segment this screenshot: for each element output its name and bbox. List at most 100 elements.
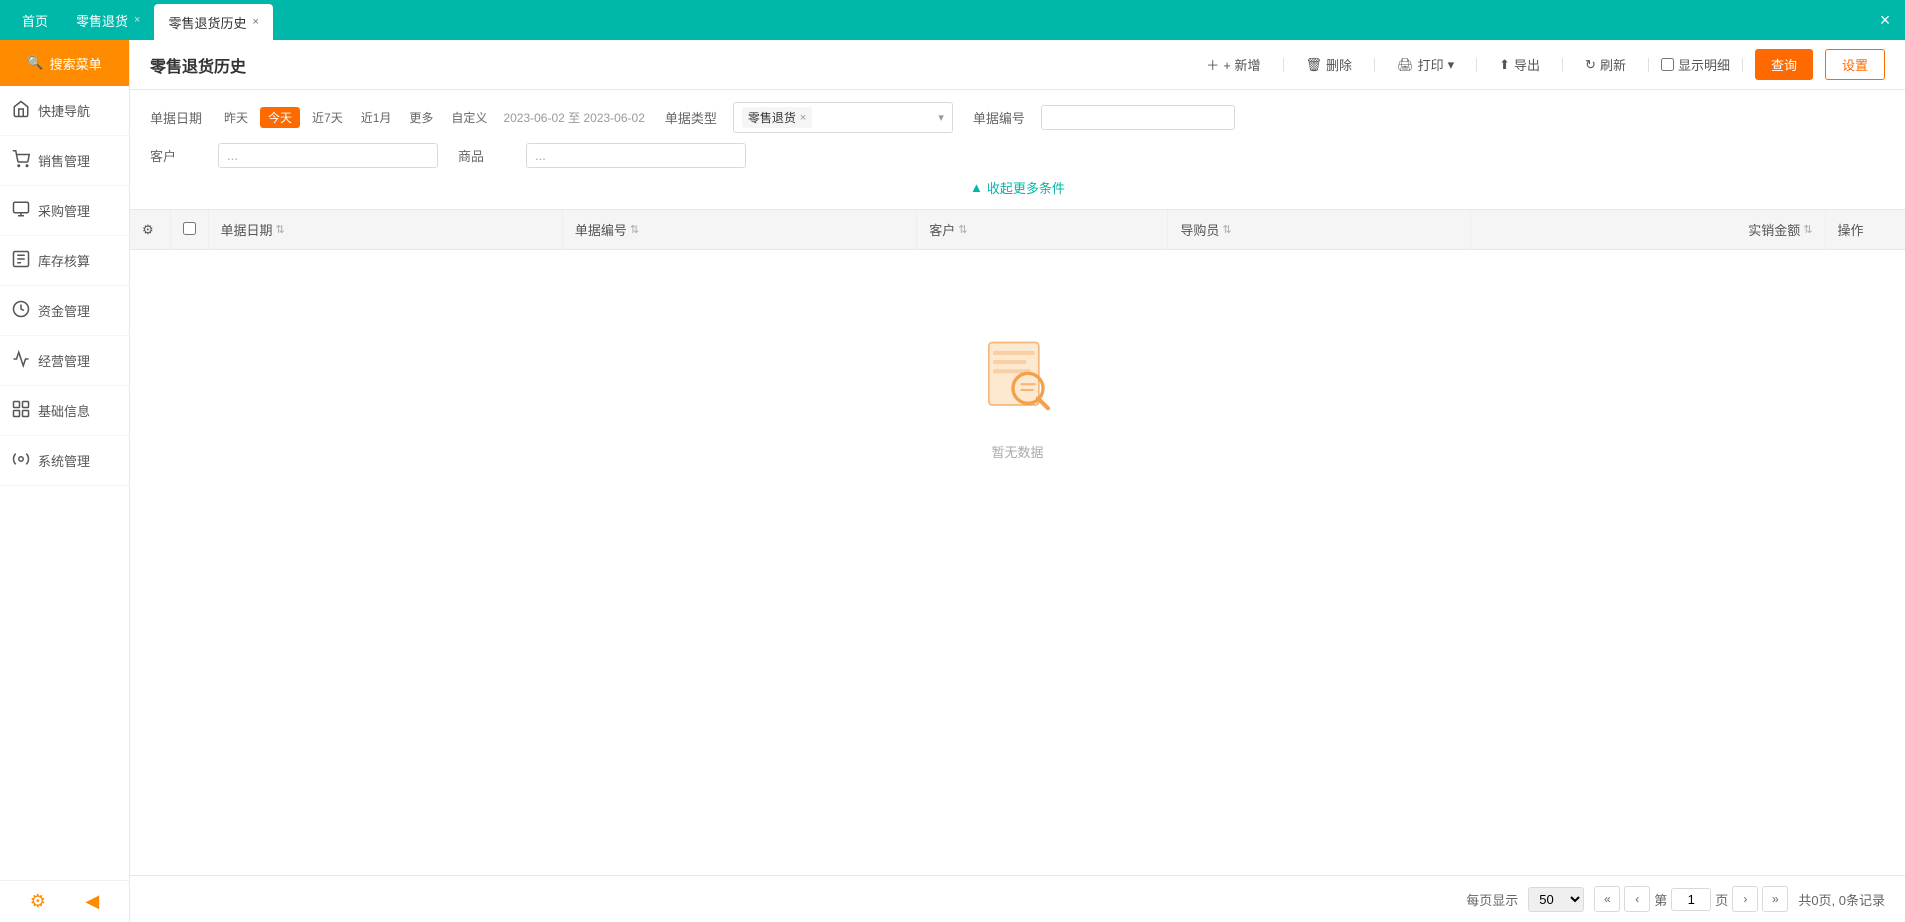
settings-bottom-icon[interactable]: ⚙ <box>30 891 46 912</box>
export-label: 导出 <box>1514 55 1540 74</box>
date-filter-label: 单据日期 <box>150 108 210 127</box>
sidebar-item-operations[interactable]: 经营管理 <box>0 336 129 386</box>
query-button[interactable]: 查询 <box>1755 49 1813 80</box>
close-retail-return-history-tab[interactable]: × <box>252 16 258 28</box>
sidebar-item-basic-info[interactable]: 基础信息 <box>0 386 129 436</box>
date-btn-1month[interactable]: 近1月 <box>355 107 398 128</box>
display-detail-wrap: 显示明细 <box>1661 55 1730 74</box>
sidebar-item-label-inventory: 库存核算 <box>38 251 90 270</box>
date-btn-custom[interactable]: 自定义 <box>445 107 493 128</box>
settings-label: 设置 <box>1842 58 1868 73</box>
delete-label: 删除 <box>1326 55 1352 74</box>
page-first-button[interactable]: « <box>1594 886 1620 912</box>
total-info: 共0页, 0条记录 <box>1798 890 1885 909</box>
sort-number-icon: ⇅ <box>630 223 639 236</box>
sidebar-item-sales[interactable]: 销售管理 <box>0 136 129 186</box>
print-button[interactable]: 🖨 打印 ▾ <box>1387 50 1464 79</box>
collapse-row: ▲ 收起更多条件 <box>150 178 1885 197</box>
th-checkbox[interactable] <box>170 210 208 250</box>
select-all-checkbox[interactable] <box>183 222 196 235</box>
sort-amount-icon: ⇅ <box>1803 223 1812 236</box>
filter-area: 单据日期 昨天 今天 近7天 近1月 更多 自定义 2023-06-02 至 2… <box>130 90 1905 210</box>
date-btn-7days[interactable]: 近7天 <box>306 107 349 128</box>
display-detail-checkbox[interactable] <box>1661 58 1674 71</box>
th-amount[interactable]: 实销金额 ⇅ <box>1471 210 1825 250</box>
th-action-label: 操作 <box>1838 223 1864 238</box>
divider3 <box>1476 58 1477 72</box>
header-actions: ＋ + 新增 🗑 删除 🖨 打印 ▾ ⬆ 导出 <box>1196 49 1885 80</box>
finance-icon <box>12 300 30 321</box>
export-icon: ⬆ <box>1499 57 1510 73</box>
sidebar-item-label-quick-nav: 快捷导航 <box>38 101 90 120</box>
close-retail-return-tab[interactable]: × <box>134 14 140 26</box>
delete-button[interactable]: 🗑 删除 <box>1296 50 1363 79</box>
th-guide-label: 导购员 <box>1180 220 1219 239</box>
sidebar-item-inventory[interactable]: 库存核算 <box>0 236 129 286</box>
system-icon <box>12 450 30 471</box>
content-area: 零售退货历史 ＋ + 新增 🗑 删除 🖨 打印 ▾ <box>130 40 1905 922</box>
page-next-button[interactable]: › <box>1732 886 1758 912</box>
refresh-button[interactable]: ↻ 刷新 <box>1575 50 1636 79</box>
collapse-label: 收起更多条件 <box>987 178 1065 197</box>
sidebar-search[interactable]: 🔍 搜索菜单 <box>0 40 129 86</box>
voucher-type-select[interactable]: 零售退货 × ▾ <box>733 102 953 133</box>
sidebar-item-quick-nav[interactable]: 快捷导航 <box>0 86 129 136</box>
th-amount-label: 实销金额 <box>1748 220 1800 239</box>
customer-ellipsis: ... <box>227 148 238 163</box>
page-prev-button[interactable]: ‹ <box>1624 886 1650 912</box>
divider2 <box>1374 58 1375 72</box>
th-action: 操作 <box>1825 210 1905 250</box>
delete-icon: 🗑 <box>1306 57 1323 73</box>
th-date[interactable]: 单据日期 ⇅ <box>208 210 562 250</box>
empty-state: 暂无数据 <box>130 250 1905 541</box>
print-dropdown-icon: ▾ <box>1448 57 1455 73</box>
collapse-sidebar-icon[interactable]: ◀ <box>85 891 99 912</box>
date-filter-buttons: 昨天 今天 近7天 近1月 更多 自定义 2023-06-02 至 2023-0… <box>218 107 645 128</box>
tab-home[interactable]: 首页 <box>8 0 62 40</box>
customer-filter-label: 客户 <box>150 146 210 165</box>
new-button[interactable]: ＋ + 新增 <box>1196 50 1270 79</box>
date-btn-today[interactable]: 今天 <box>260 107 300 128</box>
sidebar-item-label-system: 系统管理 <box>38 451 90 470</box>
goods-filter-group: 商品 ... <box>458 143 746 168</box>
sidebar-item-purchase[interactable]: 采购管理 <box>0 186 129 236</box>
sidebar-item-finance[interactable]: 资金管理 <box>0 286 129 336</box>
sort-date-icon: ⇅ <box>276 223 285 236</box>
tab-retail-return-history-label: 零售退货历史 <box>168 13 246 32</box>
window-close-button[interactable]: × <box>1865 0 1905 40</box>
table-header-row: ⚙ 单据日期 ⇅ 单据编号 <box>130 210 1905 250</box>
tab-home-label: 首页 <box>22 11 48 30</box>
goods-select[interactable]: ... <box>526 143 746 168</box>
th-customer[interactable]: 客户 ⇅ <box>917 210 1168 250</box>
voucher-type-chip-close[interactable]: × <box>800 112 806 124</box>
page-last-button[interactable]: » <box>1762 886 1788 912</box>
page-label: 第 <box>1654 890 1667 909</box>
settings-button[interactable]: 设置 <box>1825 49 1885 80</box>
th-date-label: 单据日期 <box>221 220 273 239</box>
new-label: + 新增 <box>1223 55 1260 74</box>
tab-retail-return[interactable]: 零售退货 × <box>62 0 154 40</box>
customer-select[interactable]: ... <box>218 143 438 168</box>
sidebar-item-system[interactable]: 系统管理 <box>0 436 129 486</box>
export-button[interactable]: ⬆ 导出 <box>1489 50 1550 79</box>
goods-filter-label: 商品 <box>458 146 518 165</box>
voucher-number-input[interactable] <box>1041 105 1235 130</box>
page-number-input[interactable] <box>1671 888 1711 911</box>
collapse-filter-button[interactable]: ▲ 收起更多条件 <box>970 178 1065 197</box>
th-number-label: 单据编号 <box>575 220 627 239</box>
voucher-type-dropdown-icon: ▾ <box>938 111 944 124</box>
customer-filter-group: 客户 ... <box>150 143 438 168</box>
th-guide[interactable]: 导购员 ⇅ <box>1168 210 1471 250</box>
tab-retail-return-history[interactable]: 零售退货历史 × <box>154 4 272 40</box>
date-range-display: 2023-06-02 至 2023-06-02 <box>503 109 644 126</box>
th-number[interactable]: 单据编号 ⇅ <box>562 210 916 250</box>
print-icon: 🖨 <box>1397 57 1414 73</box>
collapse-up-icon: ▲ <box>970 180 983 195</box>
divider6 <box>1742 58 1743 72</box>
date-filter-group: 单据日期 昨天 今天 近7天 近1月 更多 自定义 2023-06-02 至 2… <box>150 107 645 128</box>
date-btn-yesterday[interactable]: 昨天 <box>218 107 254 128</box>
th-gear[interactable]: ⚙ <box>130 210 170 250</box>
per-page-select[interactable]: 50 10 20 100 <box>1528 887 1584 912</box>
sort-guide-icon: ⇅ <box>1222 223 1231 236</box>
date-btn-more[interactable]: 更多 <box>403 107 439 128</box>
